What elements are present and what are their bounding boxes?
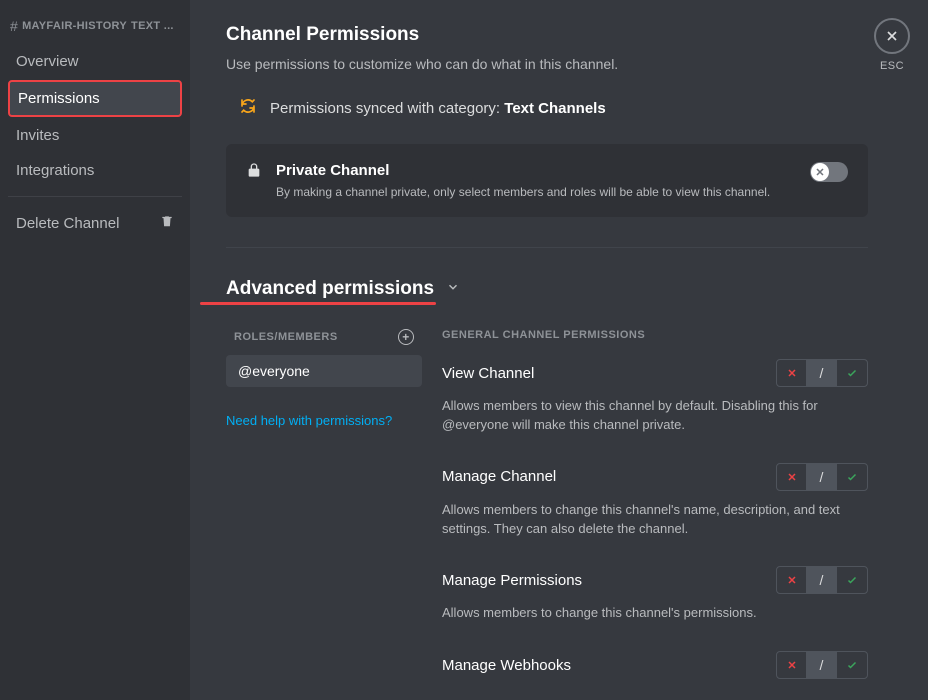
sidebar-item-label: Invites [16,127,59,144]
permission-tri-toggle: / [776,566,868,594]
private-desc: By making a channel private, only select… [276,185,796,199]
section-divider [226,247,868,248]
perm-neutral-button[interactable]: / [807,360,837,386]
permission-tri-toggle: / [776,651,868,679]
close-wrap: ESC [874,18,910,72]
page-description: Use permissions to customize who can do … [226,56,868,72]
esc-label: ESC [874,60,910,72]
permission-row: View Channel / Allows members to view th… [442,359,868,435]
perm-neutral-button[interactable]: / [807,464,837,490]
permission-title: Manage Webhooks [442,657,571,674]
lock-icon [246,162,262,183]
page-title: Channel Permissions [226,24,868,46]
perm-deny-button[interactable] [777,567,807,593]
private-channel-card: Private Channel By making a channel priv… [226,144,868,217]
permission-tri-toggle: / [776,359,868,387]
sidebar-item-invites[interactable]: Invites [8,119,182,152]
main-panel: ESC Channel Permissions Use permissions … [190,0,928,700]
sidebar-item-permissions[interactable]: Permissions [8,80,182,117]
sidebar-item-label: Overview [16,53,79,70]
channel-type: TEXT ... [131,20,174,32]
perm-neutral-button[interactable]: / [807,652,837,678]
sync-icon [240,98,256,118]
perm-deny-button[interactable] [777,360,807,386]
perm-neutral-button[interactable]: / [807,567,837,593]
roles-header-label: ROLES/MEMBERS [234,331,338,343]
trash-icon [160,214,174,232]
sidebar-divider [8,196,182,197]
help-link[interactable]: Need help with permissions? [226,413,422,428]
perm-deny-button[interactable] [777,652,807,678]
advanced-title: Advanced permissions [226,278,434,300]
sync-text: Permissions synced with category: Text C… [270,100,606,117]
perm-allow-button[interactable] [837,360,867,386]
chevron-down-icon [446,280,460,299]
private-title: Private Channel [276,162,796,179]
sidebar-item-overview[interactable]: Overview [8,45,182,78]
sync-prefix: Permissions synced with category: [270,100,504,117]
channel-name: MAYFAIR-HISTORY [22,20,127,32]
permission-title: Manage Channel [442,468,556,485]
perm-allow-button[interactable] [837,464,867,490]
role-label: @everyone [238,363,310,379]
sidebar-item-label: Integrations [16,162,94,179]
perm-allow-button[interactable] [837,652,867,678]
hash-icon: # [10,18,18,34]
close-button[interactable] [874,18,910,54]
permission-title: Manage Permissions [442,572,582,589]
sidebar-item-delete[interactable]: Delete Channel [8,206,182,240]
card-body: Private Channel By making a channel priv… [276,162,796,199]
sidebar-item-integrations[interactable]: Integrations [8,154,182,187]
permission-row: Manage Webhooks / [442,651,868,679]
sync-category: Text Channels [504,100,605,117]
advanced-body: ROLES/MEMBERS + @everyone Need help with… [226,325,868,700]
permission-tri-toggle: / [776,463,868,491]
permissions-column: GENERAL CHANNEL PERMISSIONS View Channel… [442,325,868,700]
advanced-header[interactable]: Advanced permissions [226,278,868,300]
toggle-off-icon: ✕ [811,163,829,181]
channel-header: # MAYFAIR-HISTORY TEXT ... [8,18,182,44]
sidebar-item-label: Permissions [18,90,100,107]
sync-row: Permissions synced with category: Text C… [240,98,868,118]
permission-title: View Channel [442,365,534,382]
permission-category: GENERAL CHANNEL PERMISSIONS [442,329,868,341]
add-role-button[interactable]: + [398,329,414,345]
sidebar-item-label: Delete Channel [16,215,119,232]
perm-deny-button[interactable] [777,464,807,490]
permission-description: Allows members to view this channel by d… [442,397,868,435]
permission-description: Allows members to change this channel's … [442,501,868,539]
roles-header: ROLES/MEMBERS + [234,329,414,345]
perm-allow-button[interactable] [837,567,867,593]
highlight-underline [200,302,436,305]
permission-description: Allows members to change this channel's … [442,604,868,623]
settings-sidebar: # MAYFAIR-HISTORY TEXT ... Overview Perm… [0,0,190,700]
permission-row: Manage Permissions / Allows members to c… [442,566,868,623]
roles-column: ROLES/MEMBERS + @everyone Need help with… [226,325,422,700]
role-item-everyone[interactable]: @everyone [226,355,422,387]
private-toggle[interactable]: ✕ [810,162,848,182]
permission-row: Manage Channel / Allows members to chang… [442,463,868,539]
